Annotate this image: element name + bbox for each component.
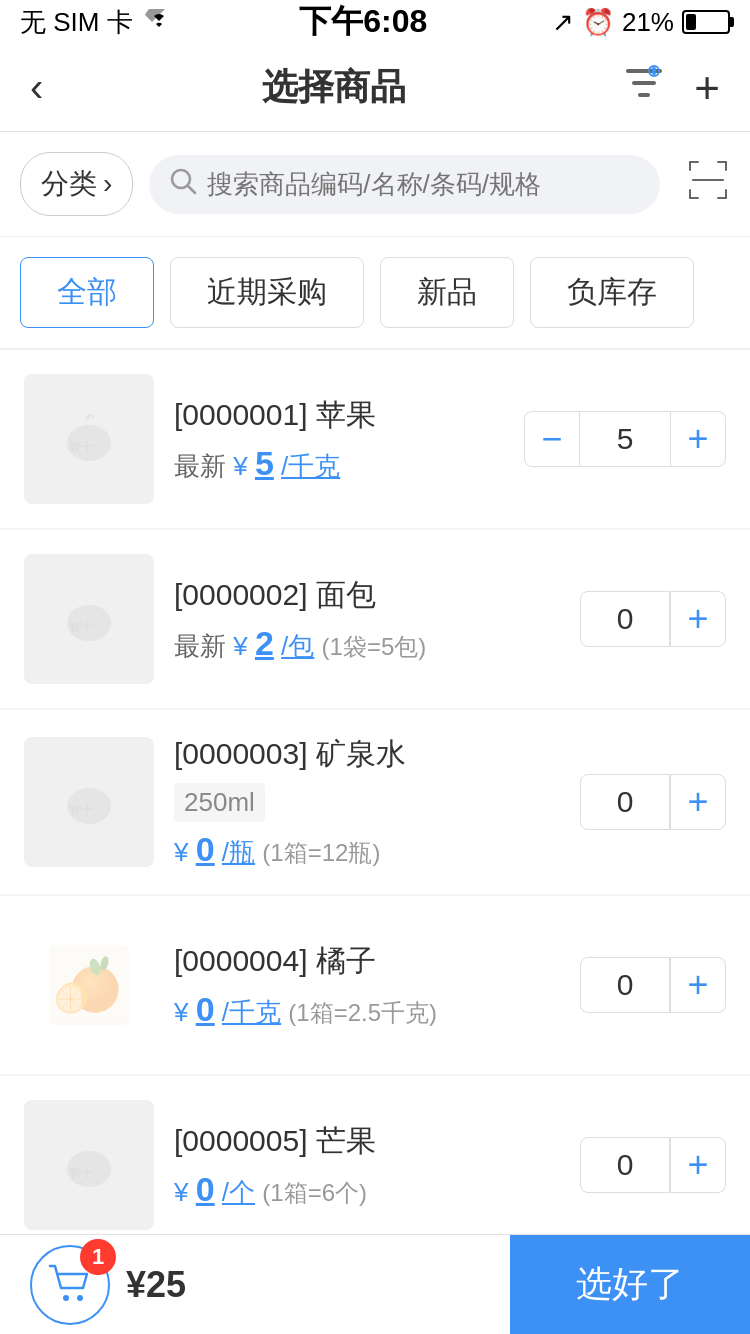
quantity-input[interactable] (580, 957, 670, 1013)
product-list: 智十 [0000001] 苹果 最新 ¥ 5 /千克 − + 智十 (0, 350, 750, 1334)
quantity-input[interactable] (580, 411, 670, 467)
product-name: [0000003] 矿泉水 (174, 734, 560, 775)
category-button[interactable]: 分类 › (20, 152, 133, 216)
search-icon (169, 167, 197, 202)
confirm-button[interactable]: 选好了 (510, 1235, 750, 1335)
plus-button[interactable]: + (670, 411, 726, 467)
bottom-bar: 1 ¥25 选好了 (0, 1234, 750, 1334)
plus-button[interactable]: + (670, 774, 726, 830)
product-image: 智十 (24, 1100, 154, 1230)
plus-button[interactable]: + (670, 1137, 726, 1193)
location-icon: ↗ (552, 7, 574, 38)
product-item: 智十 [0000003] 矿泉水 250ml ¥ 0 /瓶 (1箱=12瓶) + (0, 710, 750, 894)
svg-point-40 (77, 1295, 83, 1301)
product-image-orange (24, 920, 154, 1050)
product-image: 智十 (24, 554, 154, 684)
svg-rect-15 (692, 179, 724, 181)
product-item: 智十 [0000001] 苹果 最新 ¥ 5 /千克 − + (0, 350, 750, 528)
quantity-control: + (580, 774, 726, 830)
product-image: 智十 (24, 737, 154, 867)
product-price: ¥ 0 /瓶 (1箱=12瓶) (174, 830, 560, 870)
quantity-input[interactable] (580, 774, 670, 830)
quantity-input[interactable] (580, 1137, 670, 1193)
svg-rect-8 (689, 161, 691, 171)
product-name: [0000002] 面包 (174, 575, 560, 616)
cart-badge: 1 (80, 1239, 116, 1275)
product-info: [0000005] 芒果 ¥ 0 /个 (1箱=6个) (174, 1121, 560, 1210)
plus-button[interactable]: + (670, 591, 726, 647)
svg-text:智十: 智十 (69, 803, 93, 817)
minus-button[interactable]: − (524, 411, 580, 467)
status-indicators: ↗ ⏰ 21% (552, 7, 730, 38)
product-name: [0000005] 芒果 (174, 1121, 560, 1162)
filter-search-bar: 分类 › (0, 132, 750, 237)
product-spec: 250ml (174, 783, 265, 822)
chevron-right-icon: › (103, 168, 112, 200)
product-name: [0000001] 苹果 (174, 395, 504, 436)
svg-rect-3 (652, 67, 656, 75)
svg-text:智十: 智十 (69, 620, 93, 634)
cart-total: ¥25 (126, 1264, 186, 1306)
product-item: [0000004] 橘子 ¥ 0 /千克 (1箱=2.5千克) + (0, 896, 750, 1074)
product-item: 智十 [0000005] 芒果 ¥ 0 /个 (1箱=6个) + (0, 1076, 750, 1254)
product-price: 最新 ¥ 2 /包 (1袋=5包) (174, 624, 560, 664)
quantity-input[interactable] (580, 591, 670, 647)
svg-text:智十: 智十 (69, 1166, 93, 1180)
tab-bar: 全部 近期采购 新品 负库存 (0, 237, 750, 350)
product-image: 智十 (24, 374, 154, 504)
quantity-control: − + (524, 411, 726, 467)
tab-negative[interactable]: 负库存 (530, 257, 694, 328)
quantity-control: + (580, 1137, 726, 1193)
tab-new[interactable]: 新品 (380, 257, 514, 328)
search-box (149, 155, 660, 214)
quantity-control: + (580, 957, 726, 1013)
battery-icon (682, 10, 730, 34)
status-bar: 无 SIM 卡 下午6:08 ↗ ⏰ 21% (0, 0, 750, 44)
nav-actions: + (624, 63, 720, 113)
search-input[interactable] (207, 169, 640, 200)
category-label: 分类 (41, 165, 97, 203)
svg-rect-2 (638, 93, 650, 97)
add-icon[interactable]: + (694, 63, 720, 113)
product-price: 最新 ¥ 5 /千克 (174, 444, 504, 484)
filter-icon[interactable] (624, 65, 664, 110)
tab-recent[interactable]: 近期采购 (170, 257, 364, 328)
svg-rect-14 (725, 189, 727, 199)
product-info: [0000002] 面包 最新 ¥ 2 /包 (1袋=5包) (174, 575, 560, 664)
back-button[interactable]: ‹ (30, 65, 43, 110)
status-carrier: 无 SIM 卡 (20, 5, 175, 40)
product-info: [0000003] 矿泉水 250ml ¥ 0 /瓶 (1箱=12瓶) (174, 734, 560, 870)
cart-area: 1 ¥25 (0, 1245, 510, 1325)
product-info: [0000001] 苹果 最新 ¥ 5 /千克 (174, 395, 504, 484)
page-title: 选择商品 (262, 63, 406, 112)
status-time: 下午6:08 (299, 0, 427, 44)
product-info: [0000004] 橘子 ¥ 0 /千克 (1箱=2.5千克) (174, 941, 560, 1030)
carrier-text: 无 SIM 卡 (20, 5, 133, 40)
tab-all[interactable]: 全部 (20, 257, 154, 328)
svg-point-39 (63, 1295, 69, 1301)
svg-rect-1 (632, 81, 656, 85)
svg-rect-10 (725, 161, 727, 171)
svg-rect-0 (626, 69, 662, 73)
cart-icon-wrap[interactable]: 1 (30, 1245, 110, 1325)
nav-bar: ‹ 选择商品 + (0, 44, 750, 132)
product-price: ¥ 0 /千克 (1箱=2.5千克) (174, 990, 560, 1030)
product-price: ¥ 0 /个 (1箱=6个) (174, 1170, 560, 1210)
svg-rect-12 (689, 189, 691, 199)
wifi-icon (143, 7, 175, 38)
product-name: [0000004] 橘子 (174, 941, 560, 982)
svg-text:智十: 智十 (69, 440, 93, 454)
product-item: 智十 [0000002] 面包 最新 ¥ 2 /包 (1袋=5包) + (0, 530, 750, 708)
alarm-icon: ⏰ (582, 7, 614, 38)
svg-line-6 (188, 186, 195, 193)
quantity-control: + (580, 591, 726, 647)
scan-icon[interactable] (686, 158, 730, 211)
battery-percent: 21% (622, 7, 674, 38)
plus-button[interactable]: + (670, 957, 726, 1013)
